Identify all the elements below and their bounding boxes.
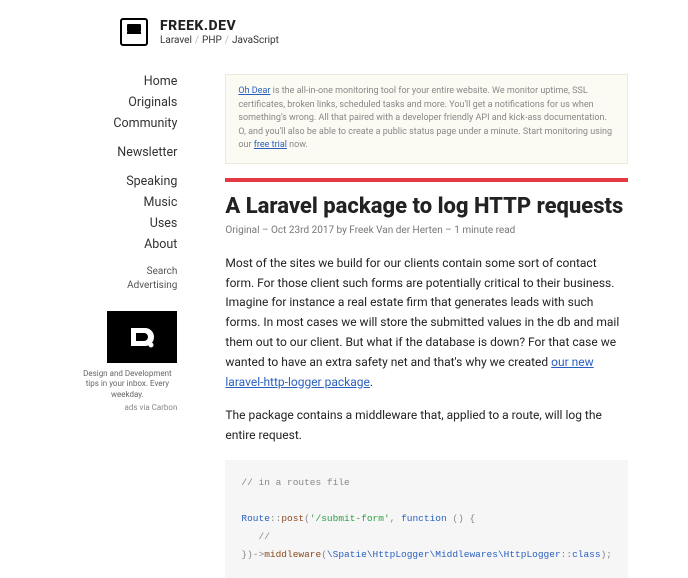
site-title[interactable]: FREEK.DEV (160, 18, 279, 34)
article-title: A Laravel package to log HTTP requests (225, 194, 628, 219)
accent-bar (225, 178, 628, 182)
article-p1: Most of the sites we build for our clien… (225, 254, 628, 393)
code-block: // in a routes file Route::post('/submit… (225, 460, 628, 578)
nav-uses[interactable]: Uses (150, 216, 178, 231)
main-content: Oh Dear is the all-in-one monitoring too… (195, 58, 688, 578)
promo-banner: Oh Dear is the all-in-one monitoring too… (225, 74, 628, 164)
nav-home[interactable]: Home (144, 74, 178, 89)
site-header: FREEK.DEV Laravel/PHP/JavaScript (0, 0, 688, 58)
nav-about[interactable]: About (144, 237, 177, 252)
article-p2: The package contains a middleware that, … (225, 406, 628, 446)
promo-link-trial[interactable]: free trial (254, 140, 287, 150)
sidebar: Home Originals Community Newsletter Spea… (0, 58, 195, 578)
nav-search[interactable]: Search (147, 266, 178, 277)
carbon-ad-image[interactable] (107, 311, 177, 363)
nav-music[interactable]: Music (144, 195, 178, 210)
site-subtitle: Laravel/PHP/JavaScript (160, 35, 279, 46)
carbon-ad-text[interactable]: Design and Development tips in your inbo… (77, 369, 177, 400)
nav-originals[interactable]: Originals (128, 95, 177, 110)
logo-icon[interactable] (120, 18, 148, 46)
nav-speaking[interactable]: Speaking (126, 174, 177, 189)
nav-community[interactable]: Community (113, 116, 177, 131)
nav-advertising[interactable]: Advertising (127, 280, 177, 291)
promo-link-ohdear[interactable]: Oh Dear (238, 86, 270, 96)
carbon-ad-tag[interactable]: ads via Carbon (125, 403, 178, 412)
article-meta: Original – Oct 23rd 2017 by Freek Van de… (225, 225, 628, 236)
nav-newsletter[interactable]: Newsletter (117, 145, 177, 160)
